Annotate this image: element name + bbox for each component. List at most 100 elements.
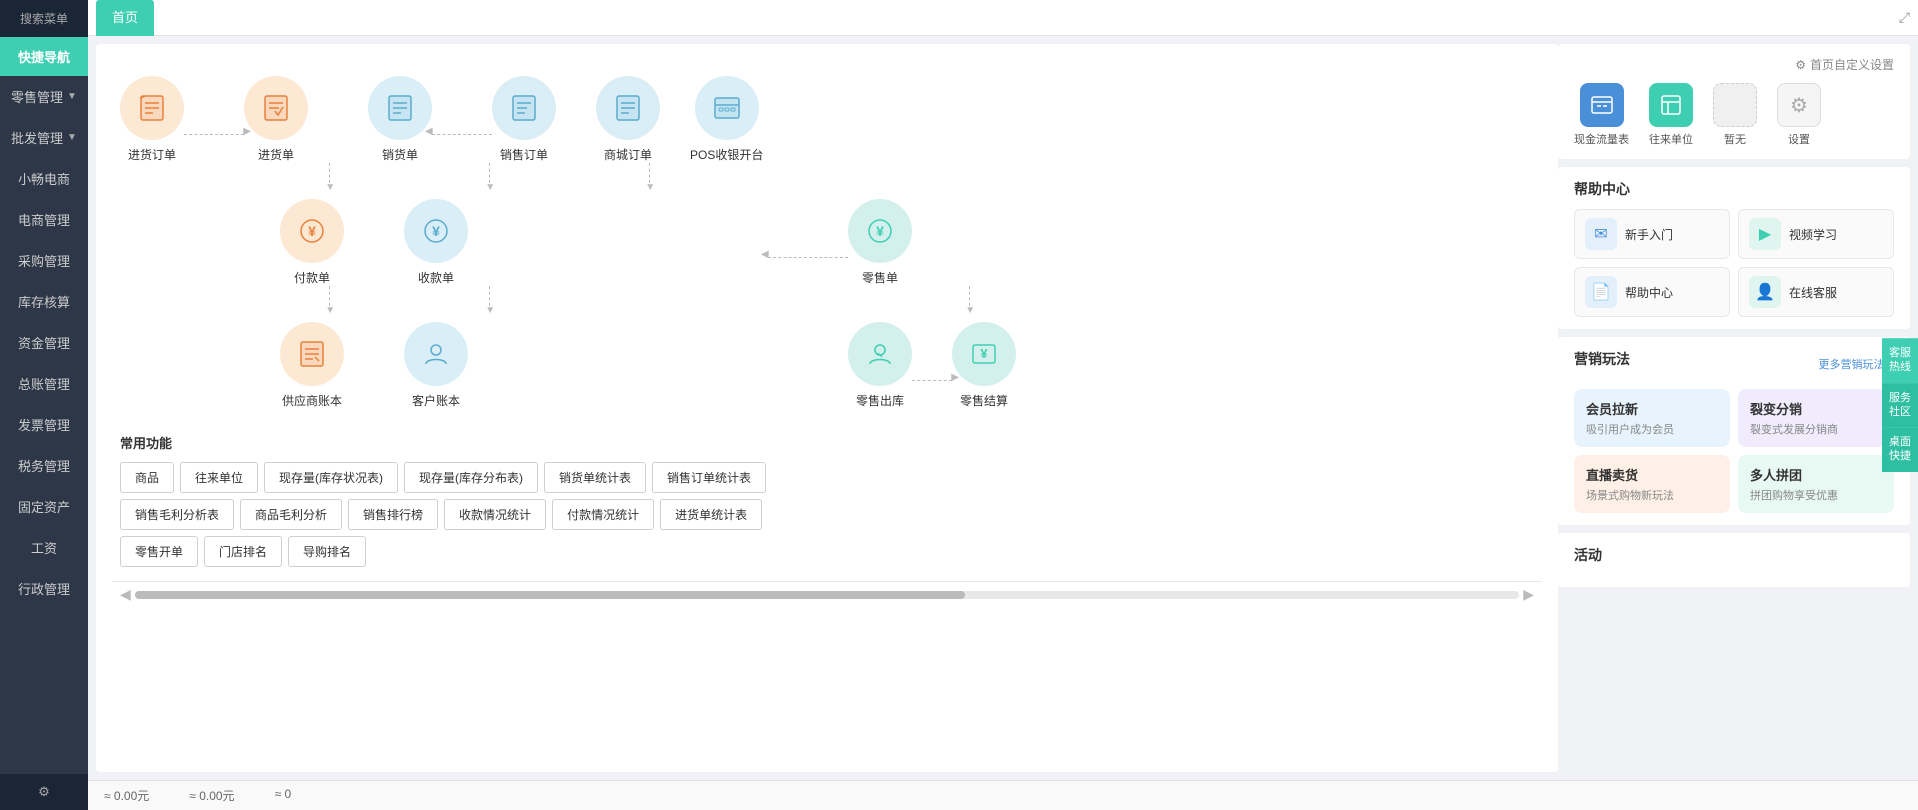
btn-payment-stat[interactable]: 付款情况统计 xyxy=(552,499,654,530)
person-icon: 👤 xyxy=(1749,276,1781,308)
scroll-right-arrow[interactable]: ▶ xyxy=(1523,586,1534,603)
sidebar-item-finance[interactable]: 资金管理 xyxy=(0,322,88,363)
help-video-label: 视频学习 xyxy=(1789,226,1837,243)
flow-node-pos[interactable]: POS收银开台 xyxy=(690,76,763,163)
flow-node-customer-account[interactable]: 客户账本 xyxy=(404,322,468,409)
btn-sales-margin[interactable]: 销售毛利分析表 xyxy=(120,499,234,530)
help-item-beginner[interactable]: ✉ 新手入门 xyxy=(1574,209,1730,259)
help-item-video[interactable]: ▶ 视频学习 xyxy=(1738,209,1894,259)
flow-node-payment[interactable]: ¥ 付款单 xyxy=(280,199,344,286)
btn-retail-order[interactable]: 零售开单 xyxy=(120,536,198,567)
purchase-order-icon[interactable] xyxy=(120,76,184,140)
common-buttons-row1: 商品 往来单位 现存量(库存状况表) 现存量(库存分布表) 销货单统计表 销售订… xyxy=(120,462,1534,493)
main-content: 首页 ⤢ xyxy=(88,0,1918,810)
live-title: 直播卖货 xyxy=(1586,465,1718,484)
scroll-left-arrow[interactable]: ◀ xyxy=(120,586,131,603)
group-sub: 拼团购物享受优惠 xyxy=(1750,487,1882,503)
sidebar-item-ecom-small[interactable]: 小畅电商 xyxy=(0,158,88,199)
help-item-support[interactable]: 👤 在线客服 xyxy=(1738,267,1894,317)
btn-stock-status[interactable]: 现存量(库存状况表) xyxy=(264,462,398,493)
receipt-icon[interactable]: ¥ xyxy=(404,199,468,263)
btn-store-rank[interactable]: 门店排名 xyxy=(204,536,282,567)
supplier-account-icon[interactable] xyxy=(280,322,344,386)
btn-stock-dist[interactable]: 现存量(库存分布表) xyxy=(404,462,538,493)
sales-order-icon[interactable] xyxy=(492,76,556,140)
empty-slot-icon xyxy=(1713,83,1757,127)
left-panel: 进货订单 ▶ xyxy=(96,44,1558,772)
activity-section: 活动 xyxy=(1558,533,1910,587)
flow-node-supplier-account[interactable]: 供应商账本 xyxy=(280,322,344,409)
flow-node-purchase-order[interactable]: 进货订单 xyxy=(120,76,184,163)
marketing-item-group[interactable]: 多人拼团 拼团购物享受优惠 xyxy=(1738,455,1894,513)
member-sub: 吸引用户成为会员 xyxy=(1586,421,1718,437)
float-btn-desktop[interactable]: 桌面快捷 xyxy=(1882,427,1918,472)
group-title: 多人拼团 xyxy=(1750,465,1882,484)
payment-icon[interactable]: ¥ xyxy=(280,199,344,263)
sidebar: 搜索菜单 快捷导航 零售管理 ▼ 批发管理 ▼ 小畅电商 电商管理 采购管理 库… xyxy=(0,0,88,810)
stat-0: ≈ 0.00元 xyxy=(104,787,149,804)
float-btn-community[interactable]: 服务社区 xyxy=(1882,383,1918,428)
supplier-account-label: 供应商账本 xyxy=(282,392,342,409)
gear-icon: ⚙ xyxy=(1795,58,1806,72)
flow-node-receipt[interactable]: ¥ 收款单 xyxy=(404,199,468,286)
retail-bill-icon[interactable]: ¥ xyxy=(848,199,912,263)
flow-node-retail-settle[interactable]: ¥ 零售结算 xyxy=(952,322,1016,409)
sidebar-item-admin[interactable]: 行政管理 xyxy=(0,568,88,609)
btn-guide-rank[interactable]: 导购排名 xyxy=(288,536,366,567)
flow-node-sales-order[interactable]: 销售订单 xyxy=(492,76,556,163)
sidebar-item-salary[interactable]: 工资 xyxy=(0,527,88,568)
sidebar-item-retail[interactable]: 零售管理 ▼ xyxy=(0,76,88,117)
btn-purchase-stat[interactable]: 进货单统计表 xyxy=(660,499,762,530)
marketing-item-member[interactable]: 会员拉新 吸引用户成为会员 xyxy=(1574,389,1730,447)
flow-node-retail-out[interactable]: 零售出库 xyxy=(848,322,912,409)
flow-node-sales-bill[interactable]: 销货单 xyxy=(368,76,432,163)
sidebar-item-ledger[interactable]: 总账管理 xyxy=(0,363,88,404)
quick-icon-empty[interactable]: 暂无 xyxy=(1713,83,1757,147)
btn-receipt-stat[interactable]: 收款情况统计 xyxy=(444,499,546,530)
btn-sales-rank[interactable]: 销售排行榜 xyxy=(348,499,438,530)
sidebar-item-invoice[interactable]: 发票管理 xyxy=(0,404,88,445)
btn-product-margin[interactable]: 商品毛利分析 xyxy=(240,499,342,530)
marketing-item-live[interactable]: 直播卖货 场景式购物新玩法 xyxy=(1574,455,1730,513)
customize-settings-link[interactable]: ⚙ 首页自定义设置 xyxy=(1574,56,1894,73)
sidebar-settings-button[interactable]: ⚙ xyxy=(0,774,88,810)
horizontal-scrollbar[interactable]: ◀ ▶ xyxy=(112,581,1542,607)
quick-icon-partner[interactable]: 往来单位 xyxy=(1649,83,1693,147)
purchase-bill-icon[interactable] xyxy=(244,76,308,140)
btn-sales-order-stat[interactable]: 销售订单统计表 xyxy=(652,462,766,493)
btn-sales-stat[interactable]: 销货单统计表 xyxy=(544,462,646,493)
quick-icon-settings[interactable]: ⚙ 设置 xyxy=(1777,83,1821,147)
float-buttons: 客服热线 服务社区 桌面快捷 xyxy=(1882,338,1918,472)
flow-node-retail-bill[interactable]: ¥ 零售单 xyxy=(848,199,912,286)
sidebar-item-wholesale[interactable]: 批发管理 ▼ xyxy=(0,117,88,158)
btn-product[interactable]: 商品 xyxy=(120,462,174,493)
marketing-item-split[interactable]: 裂变分销 裂变式发展分销商 xyxy=(1738,389,1894,447)
sales-bill-icon[interactable] xyxy=(368,76,432,140)
sidebar-item-inventory[interactable]: 库存核算 xyxy=(0,281,88,322)
expand-icon[interactable]: ⤢ xyxy=(1899,9,1910,26)
sidebar-item-fixed-asset[interactable]: 固定资产 xyxy=(0,486,88,527)
scroll-thumb[interactable] xyxy=(135,591,966,599)
marketing-header: 营销玩法 更多营销玩法 > xyxy=(1574,349,1894,379)
flow-node-mall-order[interactable]: 商城订单 xyxy=(596,76,660,163)
sidebar-item-purchase[interactable]: 采购管理 xyxy=(0,240,88,281)
settings-label: 设置 xyxy=(1788,131,1810,147)
help-beginner-label: 新手入门 xyxy=(1625,226,1673,243)
help-grid: ✉ 新手入门 ▶ 视频学习 📄 帮助中心 👤 在线客服 xyxy=(1574,209,1894,317)
pos-icon[interactable] xyxy=(695,76,759,140)
customer-account-icon[interactable] xyxy=(404,322,468,386)
sidebar-item-tax[interactable]: 税务管理 xyxy=(0,445,88,486)
tab-home[interactable]: 首页 xyxy=(96,0,154,36)
retail-settle-icon[interactable]: ¥ xyxy=(952,322,1016,386)
quick-icon-cashflow[interactable]: 现金流量表 xyxy=(1574,83,1629,147)
sidebar-search[interactable]: 搜索菜单 xyxy=(0,0,88,37)
mall-order-icon[interactable] xyxy=(596,76,660,140)
flow-node-purchase-bill[interactable]: 进货单 xyxy=(244,76,308,163)
help-item-help[interactable]: 📄 帮助中心 xyxy=(1574,267,1730,317)
sidebar-nav-label: 快捷导航 xyxy=(0,37,88,76)
retail-out-icon[interactable] xyxy=(848,322,912,386)
activity-title: 活动 xyxy=(1574,545,1894,565)
sidebar-item-ecom-mgmt[interactable]: 电商管理 xyxy=(0,199,88,240)
float-btn-hotline[interactable]: 客服热线 xyxy=(1882,338,1918,383)
btn-partner[interactable]: 往来单位 xyxy=(180,462,258,493)
